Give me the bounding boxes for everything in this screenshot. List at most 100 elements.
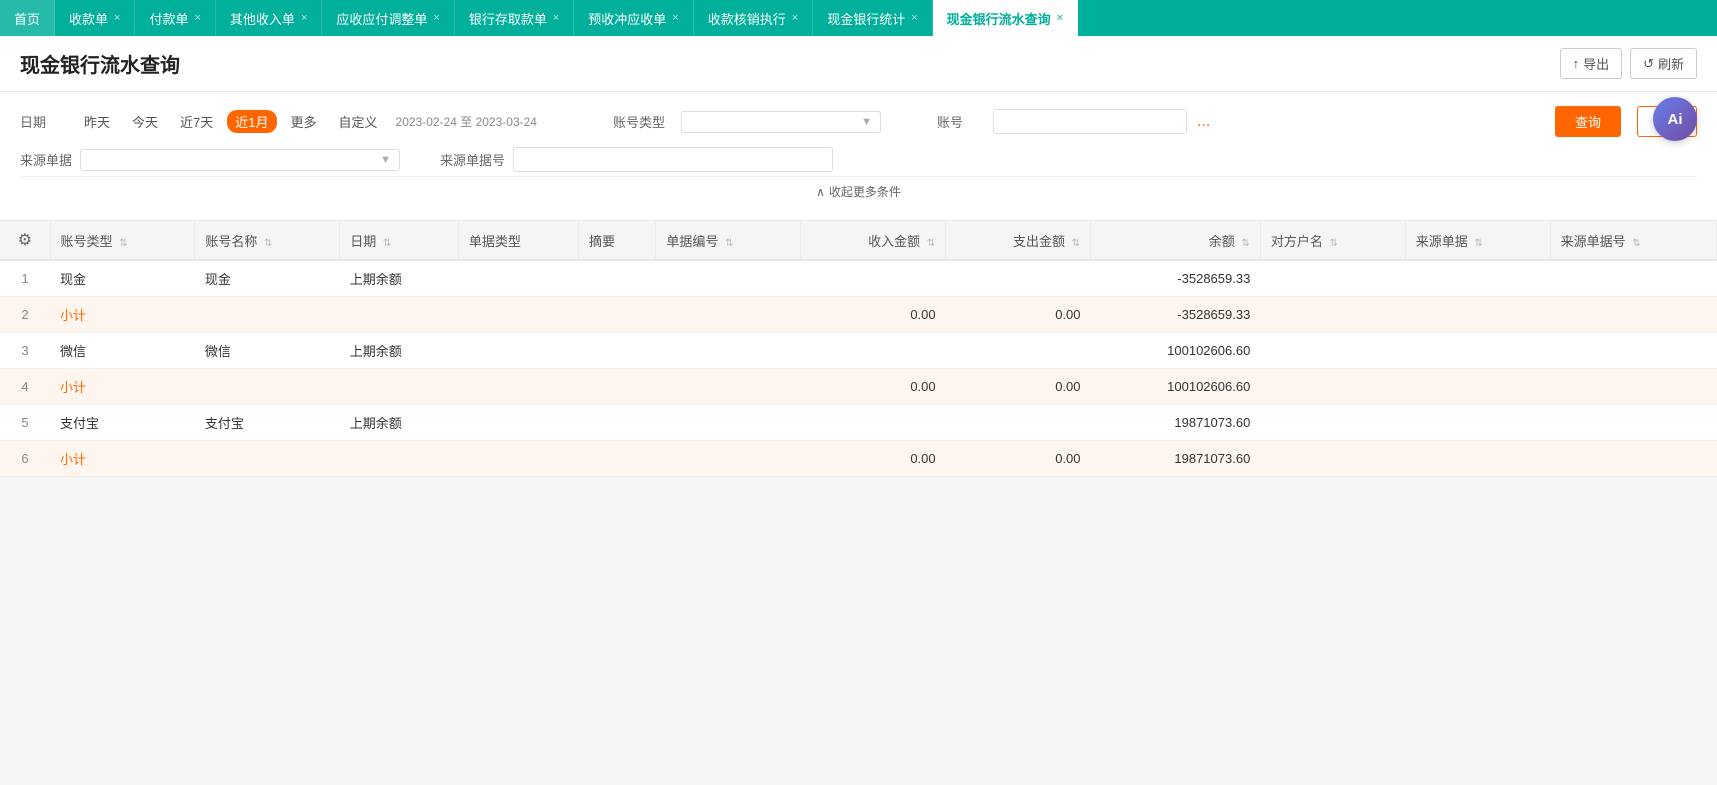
nav-item-cash-stats[interactable]: 现金银行统计 ×: [813, 0, 932, 36]
th-doc-no: 单据编号 ⇅: [656, 221, 801, 260]
nav-item-adjustment[interactable]: 应收应付调整单 ×: [322, 0, 454, 36]
account-select-wrap: ...: [993, 109, 1539, 134]
table-row: 4 小计 0.00 0.00 100102606.60: [0, 369, 1717, 405]
shortcut-today[interactable]: 今天: [124, 110, 166, 133]
table-header-row: ⚙ 账号类型 ⇅ 账号名称 ⇅ 日期 ⇅ 单据类型 摘要: [0, 221, 1717, 260]
td-source-doc: [1405, 369, 1550, 405]
close-cash-stats-icon[interactable]: ×: [911, 12, 917, 24]
td-balance: -3528659.33: [1091, 297, 1261, 333]
refresh-button[interactable]: ↺ 刷新: [1630, 48, 1697, 79]
td-account-type: 现金: [50, 260, 195, 297]
sort-balance-icon[interactable]: ⇅: [1241, 238, 1249, 249]
date-shortcuts: 昨天 今天 近7天 近1月 更多 自定义 2023-02-24 至 2023-0…: [76, 110, 537, 133]
gear-icon[interactable]: ⚙: [18, 232, 32, 249]
close-payment-icon[interactable]: ×: [194, 12, 200, 24]
td-income: 0.00: [801, 441, 946, 477]
top-navigation: 首页 收款单 × 付款单 × 其他收入单 × 应收应付调整单 × 银行存取款单 …: [0, 0, 1717, 36]
sort-counterparty-icon[interactable]: ⇅: [1329, 238, 1337, 249]
th-source-doc: 来源单据 ⇅: [1405, 221, 1550, 260]
source-doc-select[interactable]: ▼: [80, 149, 400, 171]
ai-assistant-button[interactable]: Ai: [1653, 97, 1697, 141]
sort-source-doc-no-icon[interactable]: ⇅: [1632, 238, 1640, 249]
sort-expense-icon[interactable]: ⇅: [1072, 238, 1080, 249]
td-income: [801, 405, 946, 441]
td-account-name: 现金: [195, 260, 340, 297]
td-balance: -3528659.33: [1091, 260, 1261, 297]
th-expense: 支出金额 ⇅: [946, 221, 1091, 260]
nav-item-cash-flow[interactable]: 现金银行流水查询 ×: [933, 0, 1078, 36]
nav-item-payment[interactable]: 付款单 ×: [135, 0, 215, 36]
td-doc-type: [458, 333, 578, 369]
page-header: 现金银行流水查询 ↑ 导出 ↺ 刷新: [0, 36, 1717, 92]
nav-item-home[interactable]: 首页: [0, 0, 55, 36]
td-source-doc: [1405, 297, 1550, 333]
collapse-icon: ∧: [816, 185, 825, 199]
sort-account-name-icon[interactable]: ⇅: [264, 238, 272, 249]
header-actions: ↑ 导出 ↺ 刷新: [1560, 48, 1697, 79]
td-counterparty: [1260, 405, 1405, 441]
td-index: 6: [0, 441, 50, 477]
export-button[interactable]: ↑ 导出: [1560, 48, 1623, 79]
td-account-name: 微信: [195, 333, 340, 369]
td-index: 5: [0, 405, 50, 441]
td-balance: 100102606.60: [1091, 369, 1261, 405]
td-account-type: 支付宝: [50, 405, 195, 441]
td-doc-no: [656, 405, 801, 441]
td-doc-no: [656, 441, 801, 477]
source-doc-no-input[interactable]: [522, 152, 824, 167]
query-button[interactable]: 查询: [1555, 106, 1621, 137]
nav-item-receipt[interactable]: 收款单 ×: [55, 0, 135, 36]
td-expense: 0.00: [946, 441, 1091, 477]
sort-income-icon[interactable]: ⇅: [927, 238, 935, 249]
td-counterparty: [1260, 369, 1405, 405]
sort-source-doc-icon[interactable]: ⇅: [1474, 238, 1482, 249]
shortcut-1month[interactable]: 近1月: [227, 110, 276, 133]
td-source-doc: [1405, 333, 1550, 369]
shortcut-custom[interactable]: 自定义: [331, 110, 386, 133]
sort-date-icon[interactable]: ⇅: [383, 238, 391, 249]
date-label: 日期: [20, 112, 60, 131]
close-other-income-icon[interactable]: ×: [301, 12, 307, 24]
more-dots-icon[interactable]: ...: [1193, 113, 1214, 131]
th-balance: 余额 ⇅: [1091, 221, 1261, 260]
td-counterparty: [1260, 333, 1405, 369]
nav-item-other-income[interactable]: 其他收入单 ×: [216, 0, 322, 36]
shortcut-yesterday[interactable]: 昨天: [76, 110, 118, 133]
close-bank-deposit-icon[interactable]: ×: [553, 12, 559, 24]
td-balance: 19871073.60: [1091, 405, 1261, 441]
table-container: ⚙ 账号类型 ⇅ 账号名称 ⇅ 日期 ⇅ 单据类型 摘要: [0, 221, 1717, 477]
account-type-label: 账号类型: [613, 112, 665, 131]
td-summary: [578, 369, 655, 405]
nav-item-collection[interactable]: 收款核销执行 ×: [694, 0, 813, 36]
td-account-name: 支付宝: [195, 405, 340, 441]
close-collection-icon[interactable]: ×: [792, 12, 798, 24]
close-cash-flow-icon[interactable]: ×: [1057, 12, 1063, 24]
sort-doc-no-icon[interactable]: ⇅: [725, 238, 733, 249]
td-doc-no: [656, 260, 801, 297]
td-date: [340, 297, 459, 333]
td-balance: 19871073.60: [1091, 441, 1261, 477]
account-label: 账号: [937, 112, 977, 131]
account-type-select[interactable]: ▼: [681, 111, 881, 133]
td-index: 3: [0, 333, 50, 369]
collapse-bar[interactable]: ∧ 收起更多条件: [20, 176, 1697, 206]
th-account-name: 账号名称 ⇅: [195, 221, 340, 260]
td-account-type: 小计: [50, 369, 195, 405]
close-adjustment-icon[interactable]: ×: [433, 12, 439, 24]
account-input[interactable]: [1002, 114, 1178, 129]
td-date: [340, 369, 459, 405]
nav-item-advance[interactable]: 预收冲应收单 ×: [574, 0, 693, 36]
close-receipt-icon[interactable]: ×: [114, 12, 120, 24]
td-account-type: 微信: [50, 333, 195, 369]
sort-account-type-icon[interactable]: ⇅: [119, 238, 127, 249]
close-advance-icon[interactable]: ×: [672, 12, 678, 24]
td-source-doc-no: [1550, 333, 1716, 369]
nav-item-bank-deposit[interactable]: 银行存取款单 ×: [455, 0, 574, 36]
filter-row-2: 来源单据 ▼ 来源单据号: [20, 147, 1697, 172]
td-doc-type: [458, 260, 578, 297]
shortcut-more[interactable]: 更多: [283, 110, 325, 133]
shortcut-7days[interactable]: 近7天: [172, 110, 221, 133]
td-counterparty: [1260, 260, 1405, 297]
td-doc-type: [458, 369, 578, 405]
refresh-icon: ↺: [1643, 56, 1654, 72]
